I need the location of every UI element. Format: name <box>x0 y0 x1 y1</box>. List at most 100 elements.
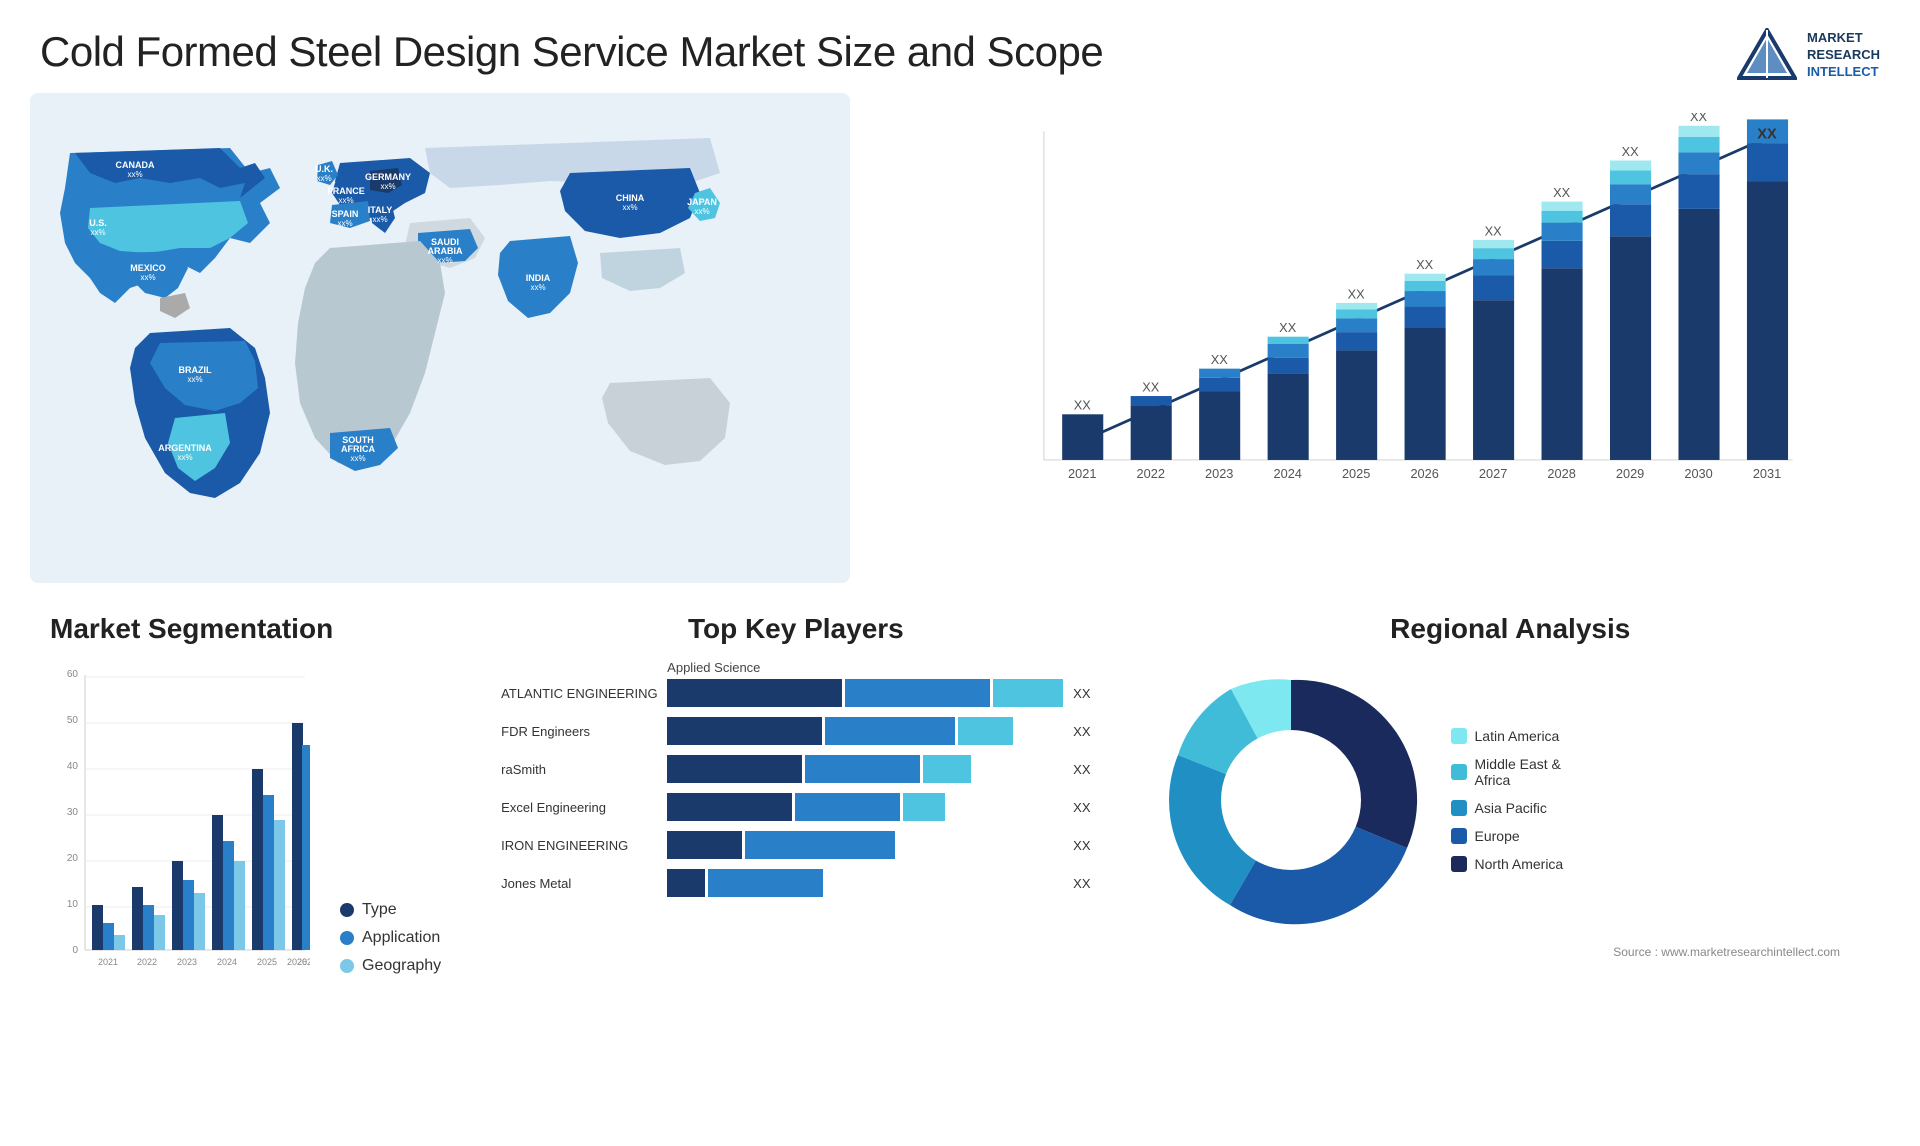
player-val: XX <box>1073 686 1090 701</box>
player-row: IRON ENGINEERING XX <box>501 831 1090 859</box>
legend-middle-east-africa: Middle East &Africa <box>1451 756 1564 788</box>
logo: MARKET RESEARCH INTELLECT <box>1737 28 1880 83</box>
player-name: raSmith <box>501 762 661 777</box>
svg-text:0: 0 <box>72 945 78 956</box>
svg-text:XX: XX <box>1279 320 1297 335</box>
svg-text:XX: XX <box>1211 352 1229 367</box>
player-row: Excel Engineering XX <box>501 793 1090 821</box>
svg-text:2023: 2023 <box>177 957 197 967</box>
svg-text:XX: XX <box>1690 113 1708 124</box>
svg-text:XX: XX <box>1553 185 1571 200</box>
svg-text:2028: 2028 <box>1547 466 1575 481</box>
svg-text:2024: 2024 <box>217 957 237 967</box>
svg-text:2022: 2022 <box>137 957 157 967</box>
player-bars <box>667 831 1063 859</box>
svg-text:XX: XX <box>1485 223 1503 238</box>
svg-text:30: 30 <box>67 807 79 818</box>
legend-europe: Europe <box>1451 828 1564 844</box>
source-text: Source : www.marketresearchintellect.com <box>1151 945 1870 959</box>
svg-text:2027: 2027 <box>1479 466 1507 481</box>
svg-text:BRAZIL: BRAZIL <box>179 365 212 375</box>
legend-geography: Geography <box>340 957 441 975</box>
svg-text:20: 20 <box>67 853 79 864</box>
player-bars <box>667 869 1063 897</box>
regional-title: Regional Analysis <box>1151 613 1870 645</box>
svg-text:xx%: xx% <box>622 203 637 212</box>
player-name: FDR Engineers <box>501 724 661 739</box>
applied-science-label: Applied Science <box>501 660 1090 675</box>
segment-section: Market Segmentation 0 10 20 30 40 50 60 <box>30 603 461 1093</box>
legend-north-america: North America <box>1451 856 1564 872</box>
bar-chart-section: XX XX XX XX <box>870 93 1890 583</box>
player-val: XX <box>1073 838 1090 853</box>
legend-dot-application <box>340 931 354 945</box>
svg-text:2029: 2029 <box>1616 466 1644 481</box>
svg-text:XX: XX <box>1757 127 1777 143</box>
svg-text:xx%: xx% <box>337 219 352 228</box>
svg-text:GERMANY: GERMANY <box>365 172 411 182</box>
player-name: IRON ENGINEERING <box>501 838 661 853</box>
svg-text:SPAIN: SPAIN <box>332 209 359 219</box>
player-bars <box>667 755 1063 783</box>
legend-dot-geography <box>340 959 354 973</box>
player-row: ATLANTIC ENGINEERING XX <box>501 679 1090 707</box>
svg-text:MEXICO: MEXICO <box>130 263 166 273</box>
svg-text:ITALY: ITALY <box>368 205 393 215</box>
svg-text:xx%: xx% <box>380 182 395 191</box>
svg-text:xx%: xx% <box>127 170 142 179</box>
donut-legend: Latin America Middle East &Africa Asia P… <box>1451 728 1564 872</box>
main-content: CANADA xx% U.S. xx% MEXICO xx% BRAZIL xx… <box>0 93 1920 1093</box>
top-row: CANADA xx% U.S. xx% MEXICO xx% BRAZIL xx… <box>30 93 1890 583</box>
svg-text:U.S.: U.S. <box>89 218 107 228</box>
players-section: Top Key Players Applied Science ATLANTIC… <box>481 603 1110 1093</box>
player-bars <box>667 679 1063 707</box>
player-name: ATLANTIC ENGINEERING <box>501 686 661 701</box>
svg-text:2023: 2023 <box>1205 466 1233 481</box>
svg-text:FRANCE: FRANCE <box>327 186 365 196</box>
svg-text:2024: 2024 <box>1273 466 1301 481</box>
seg-chart: 0 10 20 30 40 50 60 <box>50 665 310 1005</box>
bottom-row: Market Segmentation 0 10 20 30 40 50 60 <box>30 603 1890 1093</box>
svg-text:60: 60 <box>67 669 79 680</box>
logo-text: MARKET RESEARCH INTELLECT <box>1807 30 1880 81</box>
svg-text:2031: 2031 <box>1753 466 1781 481</box>
svg-text:2026: 2026 <box>1410 466 1438 481</box>
svg-text:xx%: xx% <box>372 215 387 224</box>
player-val: XX <box>1073 762 1090 777</box>
players-title: Top Key Players <box>501 613 1090 645</box>
player-bars <box>667 717 1063 745</box>
svg-text:2022: 2022 <box>1137 466 1165 481</box>
seg-legend: Type Application Geography <box>340 901 441 1005</box>
player-row: Jones Metal XX <box>501 869 1090 897</box>
svg-text:xx%: xx% <box>177 453 192 462</box>
svg-text:2025: 2025 <box>257 957 277 967</box>
donut-wrapper: Latin America Middle East &Africa Asia P… <box>1151 660 1870 940</box>
svg-text:CHINA: CHINA <box>616 193 645 203</box>
player-val: XX <box>1073 800 1090 815</box>
svg-text:40: 40 <box>67 761 79 772</box>
svg-text:xx%: xx% <box>350 454 365 463</box>
seg-chart-wrapper: 0 10 20 30 40 50 60 <box>50 665 441 1005</box>
svg-text:JAPAN: JAPAN <box>687 197 717 207</box>
world-map: CANADA xx% U.S. xx% MEXICO xx% BRAZIL xx… <box>30 93 850 583</box>
page-title: Cold Formed Steel Design Service Market … <box>40 28 1103 76</box>
header: Cold Formed Steel Design Service Market … <box>0 0 1920 93</box>
player-name: Jones Metal <box>501 876 661 891</box>
legend-latin-america: Latin America <box>1451 728 1564 744</box>
svg-text:2021: 2021 <box>1068 466 1096 481</box>
svg-text:INDIA: INDIA <box>526 273 551 283</box>
svg-text:2021: 2021 <box>98 957 118 967</box>
svg-text:50: 50 <box>67 715 79 726</box>
svg-text:2026: 2026 <box>297 957 310 967</box>
svg-text:xx%: xx% <box>338 196 353 205</box>
svg-text:ARGENTINA: ARGENTINA <box>158 443 212 453</box>
legend-application: Application <box>340 929 441 947</box>
bar-chart-svg: XX XX XX XX <box>930 113 1870 533</box>
logo-icon <box>1737 28 1797 83</box>
svg-text:xx%: xx% <box>90 228 105 237</box>
svg-text:XX: XX <box>1348 286 1366 301</box>
legend-asia-pacific: Asia Pacific <box>1451 800 1564 816</box>
player-row: FDR Engineers XX <box>501 717 1090 745</box>
svg-text:2025: 2025 <box>1342 466 1370 481</box>
player-val: XX <box>1073 724 1090 739</box>
